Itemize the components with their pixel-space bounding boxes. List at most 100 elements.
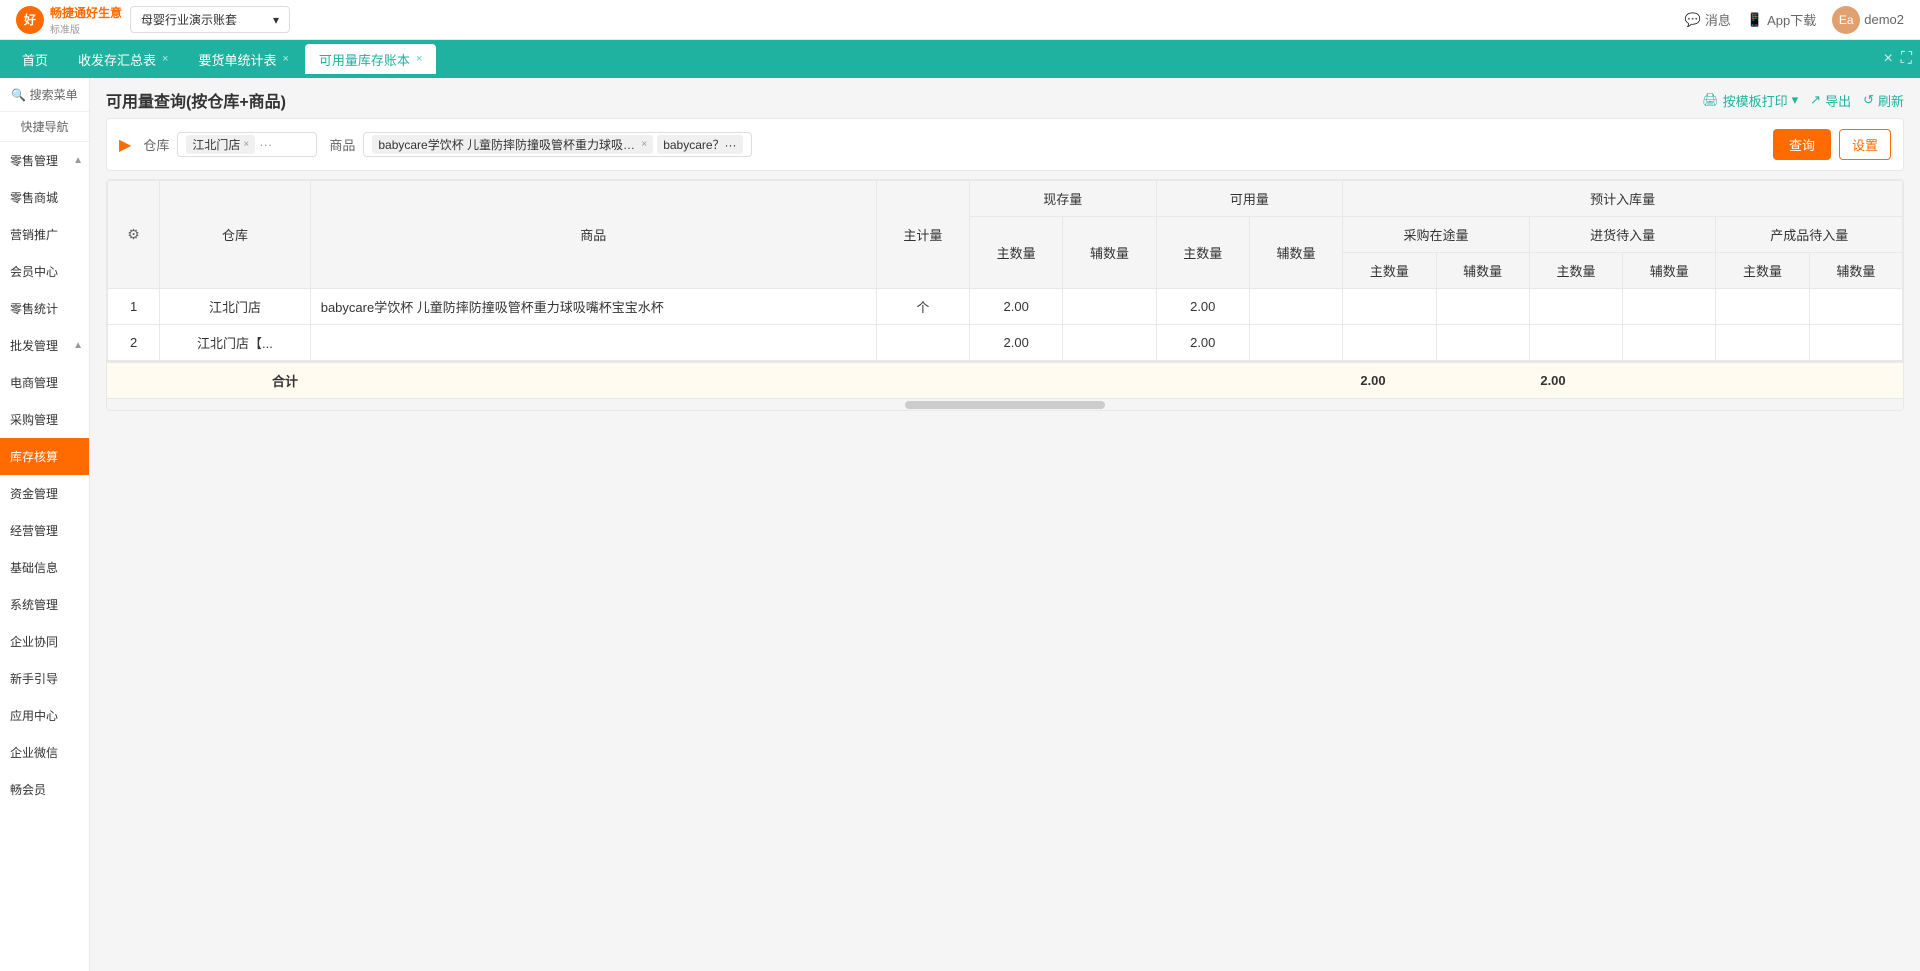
footer-avail-main: 2.00	[1513, 373, 1593, 388]
sidebar-item-inventory[interactable]: 库存核算	[0, 438, 89, 475]
refresh-button[interactable]: ↺ 刷新	[1863, 91, 1904, 110]
message-icon: 💬	[1685, 12, 1701, 28]
cell-purchase-aux	[1436, 289, 1529, 325]
nav-tabs-right: × ⛶	[1883, 50, 1912, 68]
sidebar-item-member2[interactable]: 畅会员	[0, 771, 89, 808]
th-incoming-aux: 辅数量	[1623, 253, 1716, 289]
export-button[interactable]: ↗ 导出	[1810, 91, 1851, 110]
th-product: 商品	[310, 181, 876, 289]
search-toggle[interactable]: ▶	[119, 135, 131, 155]
th-produced-aux: 辅数量	[1809, 253, 1902, 289]
sidebar-item-ops[interactable]: 经营管理	[0, 512, 89, 549]
gear-icon[interactable]: ⚙	[127, 226, 140, 242]
warehouse-field: 仓库 江北门店 × ···	[143, 132, 317, 157]
search-icon: 🔍	[11, 88, 26, 102]
print-button[interactable]: 🖨 按模板打印 ▾	[1702, 91, 1798, 110]
remove-product-tag-1[interactable]: ×	[641, 139, 647, 150]
table-row[interactable]: 2 江北门店【... 2.00 2.00	[108, 325, 1903, 361]
main-layout: 🔍 搜索菜单 快捷导航 零售管理 ▲ 零售商城 营销推广 会员中心 零售统计 批…	[0, 78, 1920, 971]
refresh-icon: ↺	[1863, 92, 1874, 108]
tab-home[interactable]: 首页	[8, 44, 62, 74]
sidebar-item-purchase[interactable]: 采购管理	[0, 401, 89, 438]
sidebar-search[interactable]: 🔍 搜索菜单	[0, 78, 89, 112]
cell-no: 2	[108, 325, 160, 361]
cell-warehouse: 江北门店	[160, 289, 311, 325]
top-bar-left: 好 畅捷通好生意 标准版 母婴行业演示账套 ▾	[16, 4, 290, 36]
sidebar-item-marketing[interactable]: 营销推广	[0, 216, 89, 253]
top-bar-right: 💬 消息 📱 App下载 Ea demo2	[1685, 6, 1904, 34]
close-tab-1[interactable]: ×	[162, 53, 168, 65]
sidebar-item-system[interactable]: 系统管理	[0, 586, 89, 623]
cell-stock-aux	[1063, 289, 1156, 325]
sidebar-item-ecommerce[interactable]: 电商管理	[0, 364, 89, 401]
cell-product: babycare学饮杯 儿童防摔防撞吸管杯重力球吸嘴杯宝宝水杯	[310, 289, 876, 325]
export-icon: ↗	[1810, 92, 1821, 108]
sidebar-item-app-center[interactable]: 应用中心	[0, 697, 89, 734]
cell-avail-aux	[1249, 289, 1342, 325]
warehouse-more[interactable]: ···	[259, 137, 272, 152]
close-all-tabs[interactable]: ×	[1883, 50, 1892, 68]
close-tab-2[interactable]: ×	[282, 53, 288, 65]
cell-incoming-aux	[1623, 289, 1716, 325]
tab-2[interactable]: 要货单统计表 ×	[184, 44, 302, 74]
sidebar-item-newbie[interactable]: 新手引导	[0, 660, 89, 697]
th-incoming-main: 主数量	[1529, 253, 1622, 289]
cell-purchase-main	[1343, 289, 1436, 325]
sidebar-item-enterprise[interactable]: 企业协同	[0, 623, 89, 660]
chevron-down-icon: ▲	[73, 340, 83, 351]
top-bar: 好 畅捷通好生意 标准版 母婴行业演示账套 ▾ 💬 消息 📱 App下载 Ea …	[0, 0, 1920, 40]
data-table: ⚙ 仓库 商品 主计量 现存量 可用量 预计入库量 主数量 辅数量 主数量 辅数…	[107, 180, 1903, 361]
th-stock-main: 主数量	[970, 217, 1063, 289]
scroll-track[interactable]	[107, 398, 1903, 410]
cell-avail-main: 2.00	[1156, 325, 1249, 361]
cell-unit: 个	[876, 289, 969, 325]
message-button[interactable]: 💬 消息	[1685, 10, 1731, 29]
setting-button[interactable]: 设置	[1839, 129, 1891, 160]
cell-produced-aux	[1809, 325, 1902, 361]
cell-stock-main: 2.00	[970, 289, 1063, 325]
cell-product	[310, 325, 876, 361]
scroll-thumb[interactable]	[905, 401, 1105, 409]
cell-purchase-main	[1343, 325, 1436, 361]
expand-icon[interactable]: ⛶	[1901, 50, 1912, 68]
warehouse-tag: 江北门店 ×	[186, 135, 255, 154]
sidebar-item-basics[interactable]: 基础信息	[0, 549, 89, 586]
th-produced-main: 主数量	[1716, 253, 1809, 289]
user-menu[interactable]: Ea demo2	[1832, 6, 1904, 34]
app-download-button[interactable]: 📱 App下载	[1747, 10, 1816, 29]
industry-selector[interactable]: 母婴行业演示账套 ▾	[130, 6, 290, 33]
sidebar-item-enterprise-wechat[interactable]: 企业微信	[0, 734, 89, 771]
sidebar-item-retail-mall[interactable]: 零售商城	[0, 179, 89, 216]
cell-incoming-main	[1529, 325, 1622, 361]
warehouse-input[interactable]: 江北门店 × ···	[177, 132, 317, 157]
cell-produced-aux	[1809, 289, 1902, 325]
product-tag-2: babycare？···	[657, 135, 742, 154]
chevron-down-icon: ▾	[1792, 92, 1799, 108]
table-row[interactable]: 1 江北门店 babycare学饮杯 儿童防摔防撞吸管杯重力球吸嘴杯宝宝水杯 个…	[108, 289, 1903, 325]
tab-1[interactable]: 收发存汇总表 ×	[64, 44, 182, 74]
cell-no: 1	[108, 289, 160, 325]
product-input[interactable]: babycare学饮杯 儿童防摔防撞吸管杯重力球吸嘴杯宝宝水杯 × babyca…	[363, 132, 751, 157]
sidebar-item-batch-mgmt[interactable]: 批发管理 ▲	[0, 327, 89, 364]
close-tab-3[interactable]: ×	[416, 53, 422, 65]
th-purchase-group: 采购在途量	[1343, 217, 1530, 253]
remove-warehouse-tag[interactable]: ×	[243, 139, 249, 150]
sidebar-item-finance[interactable]: 资金管理	[0, 475, 89, 512]
tab-3[interactable]: 可用量库存账本 ×	[305, 44, 436, 74]
th-avail-main: 主数量	[1156, 217, 1249, 289]
sidebar-quick-nav[interactable]: 快捷导航	[0, 112, 89, 142]
cell-purchase-aux	[1436, 325, 1529, 361]
th-stock-group: 现存量	[970, 181, 1157, 217]
th-purchase-main: 主数量	[1343, 253, 1436, 289]
cell-warehouse: 江北门店【...	[160, 325, 311, 361]
page-actions: 🖨 按模板打印 ▾ ↗ 导出 ↺ 刷新	[1702, 91, 1904, 110]
th-produced-group: 产成品待入量	[1716, 217, 1903, 253]
cell-avail-main: 2.00	[1156, 289, 1249, 325]
sidebar-item-retail-stats[interactable]: 零售统计	[0, 290, 89, 327]
query-button[interactable]: 查询	[1773, 129, 1831, 160]
th-stock-aux: 辅数量	[1063, 217, 1156, 289]
page-header: 可用量查询(按仓库+商品) 🖨 按模板打印 ▾ ↗ 导出 ↺ 刷新	[90, 78, 1920, 118]
download-icon: 📱	[1747, 12, 1763, 28]
sidebar-item-retail-mgmt[interactable]: 零售管理 ▲	[0, 142, 89, 179]
sidebar-item-member[interactable]: 会员中心	[0, 253, 89, 290]
